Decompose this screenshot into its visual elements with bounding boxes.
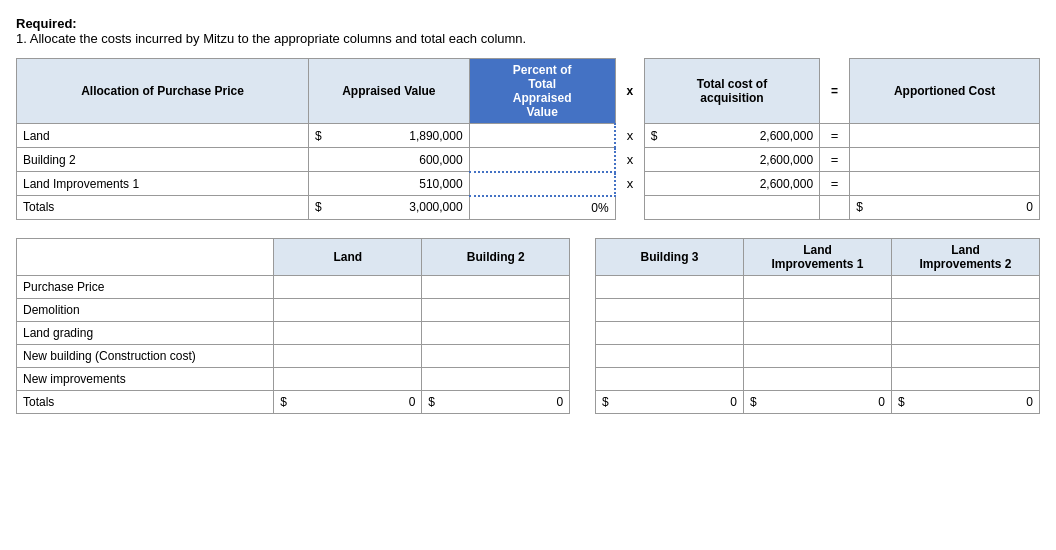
nb-building2[interactable] — [422, 344, 570, 367]
appraised-total: $ 3,000,000 — [309, 196, 470, 220]
nb-land-imp1[interactable] — [743, 344, 891, 367]
total-cost-total — [644, 196, 819, 220]
bottom-table: Land Building 2 Building 3 Land Improvem… — [16, 238, 1040, 414]
ni-building3[interactable] — [596, 367, 744, 390]
instructions: Required: 1. Allocate the costs incurred… — [16, 16, 1040, 46]
col-header-percent: Percent of Total Appraised Value — [469, 59, 615, 124]
dem-building2[interactable] — [422, 298, 570, 321]
x-building2: x — [615, 148, 644, 172]
ni-land[interactable] — [274, 367, 422, 390]
table-row: New improvements — [17, 367, 1040, 390]
nb-building3[interactable] — [596, 344, 744, 367]
empty-cell — [570, 367, 596, 390]
row-new-building: New building (Construction cost) — [17, 344, 274, 367]
col-header-alloc: Allocation of Purchase Price — [17, 59, 309, 124]
percent-land-imp1[interactable] — [469, 172, 615, 196]
row-purchase-price: Purchase Price — [17, 275, 274, 298]
row-label-land-imp1: Land Improvements 1 — [17, 172, 309, 196]
apportioned-building2[interactable] — [850, 148, 1040, 172]
lg-land-imp1[interactable] — [743, 321, 891, 344]
pp-land-imp2[interactable] — [891, 275, 1039, 298]
table-row: Land $ 1,890,000 x $ 2,600,000 = — [17, 124, 1040, 148]
total-land-imp1: $0 — [743, 390, 891, 413]
bottom-col-header-land: Land — [274, 238, 422, 275]
percent-land[interactable] — [469, 124, 615, 148]
row-totals-bottom: Totals — [17, 390, 274, 413]
ni-land-imp1[interactable] — [743, 367, 891, 390]
total-cost-land: $ 2,600,000 — [644, 124, 819, 148]
equals-land: = — [820, 124, 850, 148]
appraised-land: $ 1,890,000 — [309, 124, 470, 148]
table-row: Building 2 600,000 x 2,600,000 = — [17, 148, 1040, 172]
col-header-apportioned: Apportioned Cost — [850, 59, 1040, 124]
appraised-land-imp1: 510,000 — [309, 172, 470, 196]
dem-land-imp2[interactable] — [891, 298, 1039, 321]
row-new-improvements: New improvements — [17, 367, 274, 390]
equals-land-imp1: = — [820, 172, 850, 196]
dem-land[interactable] — [274, 298, 422, 321]
col-header-appraised: Appraised Value — [309, 59, 470, 124]
bottom-col-header-building2: Building 2 — [422, 238, 570, 275]
row-land-grading: Land grading — [17, 321, 274, 344]
empty-cell — [570, 344, 596, 367]
dem-building3[interactable] — [596, 298, 744, 321]
row-demolition: Demolition — [17, 298, 274, 321]
empty-cell — [570, 321, 596, 344]
top-table: Allocation of Purchase Price Appraised V… — [16, 58, 1040, 220]
bottom-col-header-empty — [17, 238, 274, 275]
ni-building2[interactable] — [422, 367, 570, 390]
total-building2: $0 — [422, 390, 570, 413]
nb-land-imp2[interactable] — [891, 344, 1039, 367]
row-label-building2: Building 2 — [17, 148, 309, 172]
table-row-totals-bottom: Totals $0 $0 $0 $0 $0 — [17, 390, 1040, 413]
col-header-equals: = — [820, 59, 850, 124]
table-row: New building (Construction cost) — [17, 344, 1040, 367]
ni-land-imp2[interactable] — [891, 367, 1039, 390]
percent-building2[interactable] — [469, 148, 615, 172]
apportioned-total: $ 0 — [850, 196, 1040, 220]
pp-land-imp1[interactable] — [743, 275, 891, 298]
nb-land[interactable] — [274, 344, 422, 367]
table-row: Land Improvements 1 510,000 x 2,600,000 … — [17, 172, 1040, 196]
bottom-col-header-empty2 — [570, 238, 596, 275]
x-total — [615, 196, 644, 220]
row-label-land: Land — [17, 124, 309, 148]
apportioned-land-imp1[interactable] — [850, 172, 1040, 196]
empty-cell — [570, 298, 596, 321]
lg-land[interactable] — [274, 321, 422, 344]
total-cost-building2: 2,600,000 — [644, 148, 819, 172]
apportioned-land[interactable] — [850, 124, 1040, 148]
total-cost-land-imp1: 2,600,000 — [644, 172, 819, 196]
lg-building3[interactable] — [596, 321, 744, 344]
table-row: Land grading — [17, 321, 1040, 344]
lg-land-imp2[interactable] — [891, 321, 1039, 344]
pp-building3[interactable] — [596, 275, 744, 298]
bottom-col-header-land-imp1: Land Improvements 1 — [743, 238, 891, 275]
percent-total: 0% — [469, 196, 615, 220]
bottom-col-header-land-imp2: Land Improvements 2 — [891, 238, 1039, 275]
pp-land[interactable] — [274, 275, 422, 298]
total-land-imp2: $0 — [891, 390, 1039, 413]
row-label-totals: Totals — [17, 196, 309, 220]
total-land: $0 — [274, 390, 422, 413]
empty-cell — [570, 275, 596, 298]
lg-building2[interactable] — [422, 321, 570, 344]
x-land: x — [615, 124, 644, 148]
instructions-line2: 1. Allocate the costs incurred by Mitzu … — [16, 31, 526, 46]
pp-building2[interactable] — [422, 275, 570, 298]
x-land-imp1: x — [615, 172, 644, 196]
instructions-line1: Required: — [16, 16, 77, 31]
table-row: Purchase Price — [17, 275, 1040, 298]
dem-land-imp1[interactable] — [743, 298, 891, 321]
appraised-building2: 600,000 — [309, 148, 470, 172]
equals-total — [820, 196, 850, 220]
col-header-total-cost: Total cost of acquisition — [644, 59, 819, 124]
equals-building2: = — [820, 148, 850, 172]
total-building3: $0 — [596, 390, 744, 413]
table-row: Demolition — [17, 298, 1040, 321]
col-header-x: x — [615, 59, 644, 124]
bottom-col-header-building3: Building 3 — [596, 238, 744, 275]
table-row-totals: Totals $ 3,000,000 0% $ 0 — [17, 196, 1040, 220]
empty-cell — [570, 390, 596, 413]
